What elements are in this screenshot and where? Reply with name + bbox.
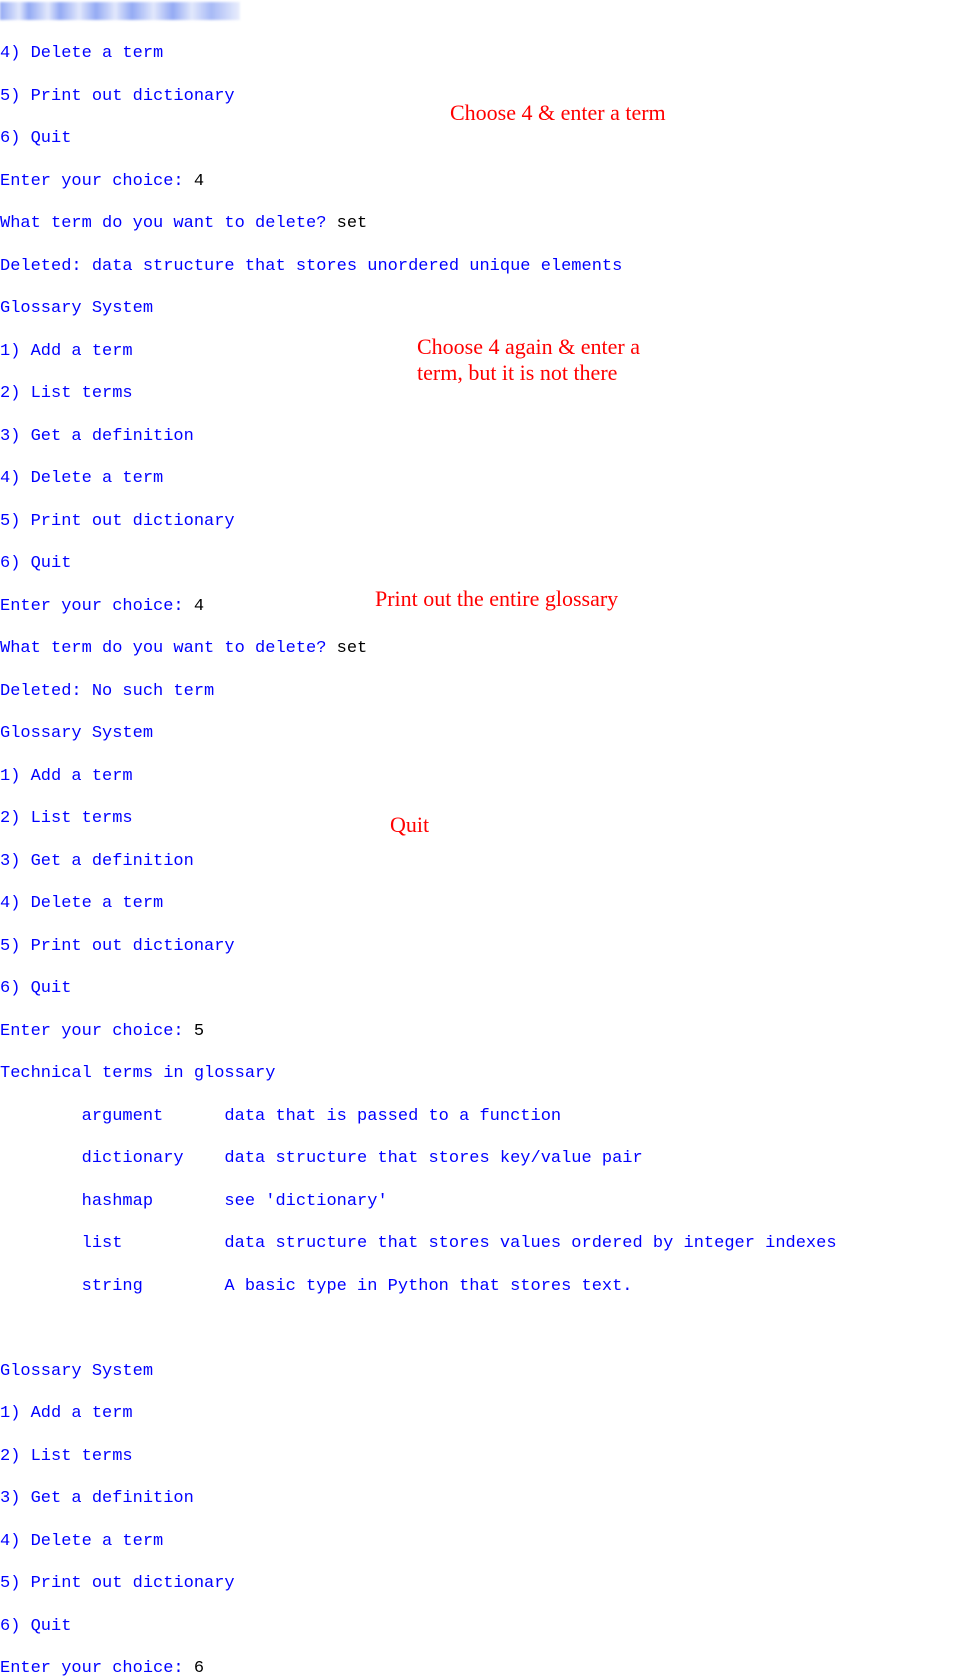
menu-item: 5) Print out dictionary xyxy=(0,1573,837,1594)
annotation-print-glossary: Print out the entire glossary xyxy=(375,586,618,612)
menu-item: 4) Delete a term xyxy=(0,43,837,64)
menu-item: 6) Quit xyxy=(0,128,837,149)
glossary-row: hashmap see 'dictionary' xyxy=(0,1191,837,1212)
delete-prompt: What term do you want to delete? xyxy=(0,639,337,658)
glossary-row: string A basic type in Python that store… xyxy=(0,1276,837,1297)
glossary-row: dictionary data structure that stores ke… xyxy=(0,1148,837,1169)
menu-item: 4) Delete a term xyxy=(0,468,837,489)
prompt-line: Enter your choice: 6 xyxy=(0,1658,837,1678)
enter-choice-prompt: Enter your choice: xyxy=(0,597,194,616)
annotation-choose-4-enter: Choose 4 & enter a term xyxy=(450,100,666,126)
menu-item: 6) Quit xyxy=(0,1616,837,1637)
menu-item: 6) Quit xyxy=(0,978,837,999)
menu-item: 4) Delete a term xyxy=(0,1531,837,1552)
menu-item: 3) Get a definition xyxy=(0,851,837,872)
menu-item: 3) Get a definition xyxy=(0,1488,837,1509)
annotation-choose-4-again: Choose 4 again & enter a term, but it is… xyxy=(417,334,640,387)
glossary-system-title: Glossary System xyxy=(0,723,837,744)
menu-item: 2) List terms xyxy=(0,1446,837,1467)
menu-item: 4) Delete a term xyxy=(0,893,837,914)
prompt-line: What term do you want to delete? set xyxy=(0,213,837,234)
delete-prompt: What term do you want to delete? xyxy=(0,214,337,233)
menu-item: 5) Print out dictionary xyxy=(0,511,837,532)
menu-item: 3) Get a definition xyxy=(0,426,837,447)
glossary-system-title: Glossary System xyxy=(0,1361,837,1382)
deleted-result: Deleted: No such term xyxy=(0,681,837,702)
enter-choice-prompt: Enter your choice: xyxy=(0,1022,194,1041)
menu-item: 1) Add a term xyxy=(0,766,837,787)
menu-item: 5) Print out dictionary xyxy=(0,86,837,107)
menu-item: 1) Add a term xyxy=(0,1403,837,1424)
enter-choice-prompt: Enter your choice: xyxy=(0,1659,194,1678)
glossary-header: Technical terms in glossary xyxy=(0,1063,837,1084)
glossary-row: list data structure that stores values o… xyxy=(0,1233,837,1254)
glossary-row: argument data that is passed to a functi… xyxy=(0,1106,837,1127)
deleted-result: Deleted: data structure that stores unor… xyxy=(0,256,837,277)
user-input-choice: 5 xyxy=(194,1022,204,1041)
user-input-term: set xyxy=(337,639,368,658)
blurred-header xyxy=(0,2,240,20)
user-input-choice: 6 xyxy=(194,1659,204,1678)
annotation-quit: Quit xyxy=(390,812,429,838)
blank-line xyxy=(0,1318,837,1339)
user-input-choice: 4 xyxy=(194,172,204,191)
prompt-line: What term do you want to delete? set xyxy=(0,638,837,659)
menu-item: 5) Print out dictionary xyxy=(0,936,837,957)
prompt-line: Enter your choice: 5 xyxy=(0,1021,837,1042)
enter-choice-prompt: Enter your choice: xyxy=(0,172,194,191)
user-input-term: set xyxy=(337,214,368,233)
user-input-choice: 4 xyxy=(194,597,204,616)
terminal-output: 4) Delete a term 5) Print out dictionary… xyxy=(0,22,837,1678)
prompt-line: Enter your choice: 4 xyxy=(0,171,837,192)
menu-item: 6) Quit xyxy=(0,553,837,574)
glossary-system-title: Glossary System xyxy=(0,298,837,319)
